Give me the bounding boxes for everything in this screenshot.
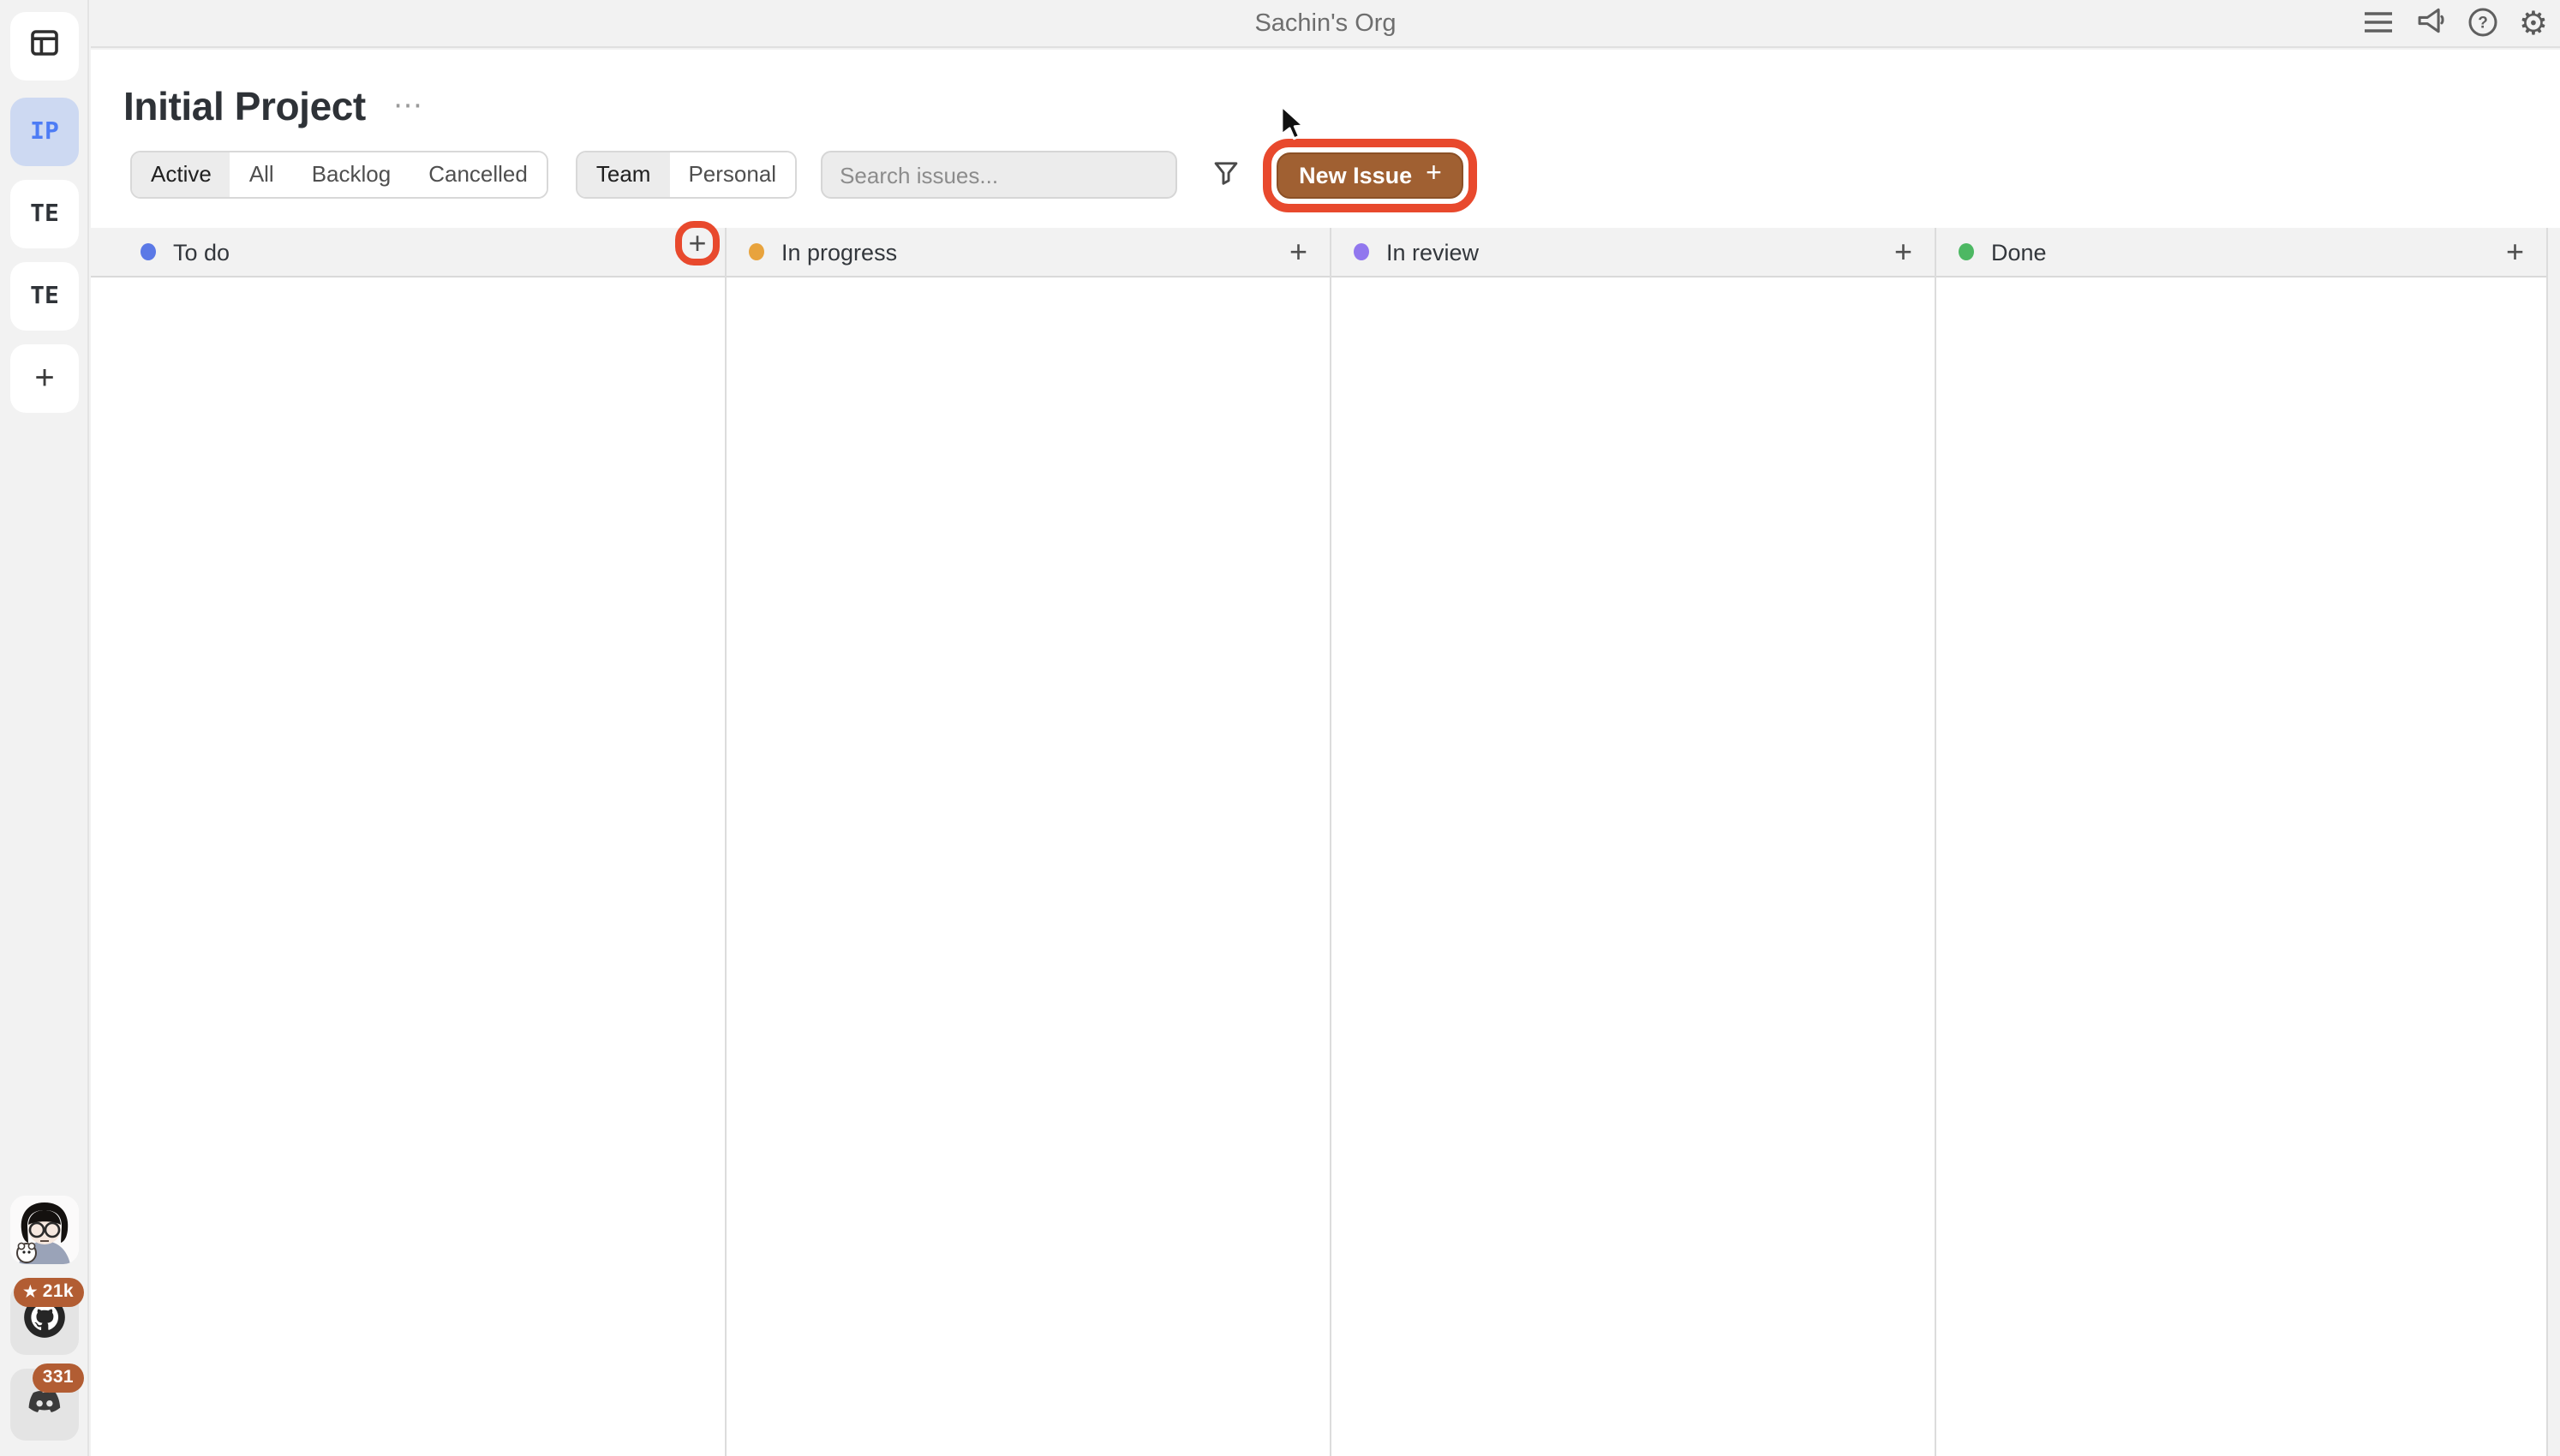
tab-all[interactable]: All xyxy=(230,152,293,197)
column-body-in-review xyxy=(1331,277,1935,1456)
megaphone-icon xyxy=(2414,5,2447,43)
star-icon: ★ xyxy=(23,1278,38,1307)
scroll-gutter xyxy=(2548,228,2560,1456)
scope-tabs: Team Personal xyxy=(576,151,797,199)
tab-team[interactable]: Team xyxy=(577,152,670,197)
plus-icon: + xyxy=(1426,161,1442,188)
status-dot-todo xyxy=(141,243,156,260)
kanban-board: To do + In progress + In revie xyxy=(91,228,2560,1456)
status-dot-done xyxy=(1959,243,1974,260)
sidebar-workspace-te-2[interactable]: TE xyxy=(10,262,79,331)
add-issue-button-in-review[interactable]: + xyxy=(1891,228,1916,276)
column-body-todo xyxy=(91,277,725,1456)
new-issue-button[interactable]: New Issue + xyxy=(1277,152,1464,198)
column-header-todo: To do + xyxy=(91,228,725,277)
page-title-row: Initial Project ⋯ xyxy=(123,84,426,130)
controls-row: Active All Backlog Cancelled Team Person… xyxy=(130,151,2560,199)
status-dot-in-review xyxy=(1354,243,1369,260)
column-in-review: In review + xyxy=(1331,228,1936,1456)
column-done: Done + xyxy=(1936,228,2548,1456)
page-title: Initial Project xyxy=(123,84,366,130)
tab-personal[interactable]: Personal xyxy=(669,152,795,197)
top-bar: Sachin's Org xyxy=(91,0,2560,48)
column-in-progress: In progress + xyxy=(727,228,1331,1456)
help-icon: ? xyxy=(2467,6,2498,42)
more-options-icon[interactable]: ⋯ xyxy=(390,89,426,125)
all-boards-button[interactable] xyxy=(10,12,79,81)
gear-icon: ⚙ xyxy=(2519,8,2548,40)
column-header-in-review: In review + xyxy=(1331,228,1935,277)
tab-cancelled[interactable]: Cancelled xyxy=(410,152,547,197)
board-layout-icon xyxy=(27,26,62,67)
column-title: To do xyxy=(173,239,230,265)
column-header-done: Done + xyxy=(1936,228,2546,277)
discord-count-badge: 331 xyxy=(33,1364,84,1393)
announcements-button[interactable] xyxy=(2414,5,2447,43)
add-issue-button-in-progress[interactable]: + xyxy=(1286,228,1311,276)
app-window: IP TE TE + xyxy=(0,0,2560,1456)
highlight-annotation-new-issue: New Issue + xyxy=(1263,138,1478,212)
add-workspace-button[interactable]: + xyxy=(10,344,79,413)
github-stars-badge: ★ 21k xyxy=(13,1278,84,1307)
help-button[interactable]: ? xyxy=(2467,6,2498,42)
main-content: Initial Project ⋯ Active All Backlog Can… xyxy=(91,50,2560,1456)
new-issue-label: New Issue xyxy=(1299,162,1412,188)
settings-button[interactable]: ⚙ xyxy=(2519,8,2548,40)
topbar-icons: ? ⚙ xyxy=(2363,0,2548,48)
menu-button[interactable] xyxy=(2363,9,2394,39)
hamburger-icon xyxy=(2363,9,2394,39)
status-dot-in-progress xyxy=(749,243,764,260)
column-title: Done xyxy=(1991,239,2047,265)
highlight-annotation-add-todo: + xyxy=(675,221,720,266)
column-todo: To do + xyxy=(91,228,727,1456)
discord-member-count: 331 xyxy=(43,1364,74,1393)
svg-text:?: ? xyxy=(2478,13,2488,31)
column-header-in-progress: In progress + xyxy=(727,228,1330,277)
column-title: In progress xyxy=(781,239,897,265)
sidebar-workspace-te-1[interactable]: TE xyxy=(10,180,79,248)
issue-filter-tabs: Active All Backlog Cancelled xyxy=(130,151,548,199)
filter-button[interactable] xyxy=(1211,158,1241,192)
add-issue-button-done[interactable]: + xyxy=(2503,228,2527,276)
column-body-done xyxy=(1936,277,2546,1456)
tab-active[interactable]: Active xyxy=(132,152,230,197)
tab-backlog[interactable]: Backlog xyxy=(293,152,410,197)
column-body-in-progress xyxy=(727,277,1330,1456)
sidebar-workspace-ip[interactable]: IP xyxy=(10,98,79,166)
github-stars-count: 21k xyxy=(43,1278,74,1307)
column-title: In review xyxy=(1386,239,1479,265)
search-issues-input[interactable] xyxy=(821,151,1177,199)
org-name: Sachin's Org xyxy=(91,9,2560,37)
workspace-sidebar: IP TE TE + xyxy=(0,0,89,1456)
user-avatar[interactable] xyxy=(10,1196,79,1264)
add-issue-button-todo[interactable]: + xyxy=(688,225,706,261)
funnel-icon xyxy=(1211,158,1241,192)
